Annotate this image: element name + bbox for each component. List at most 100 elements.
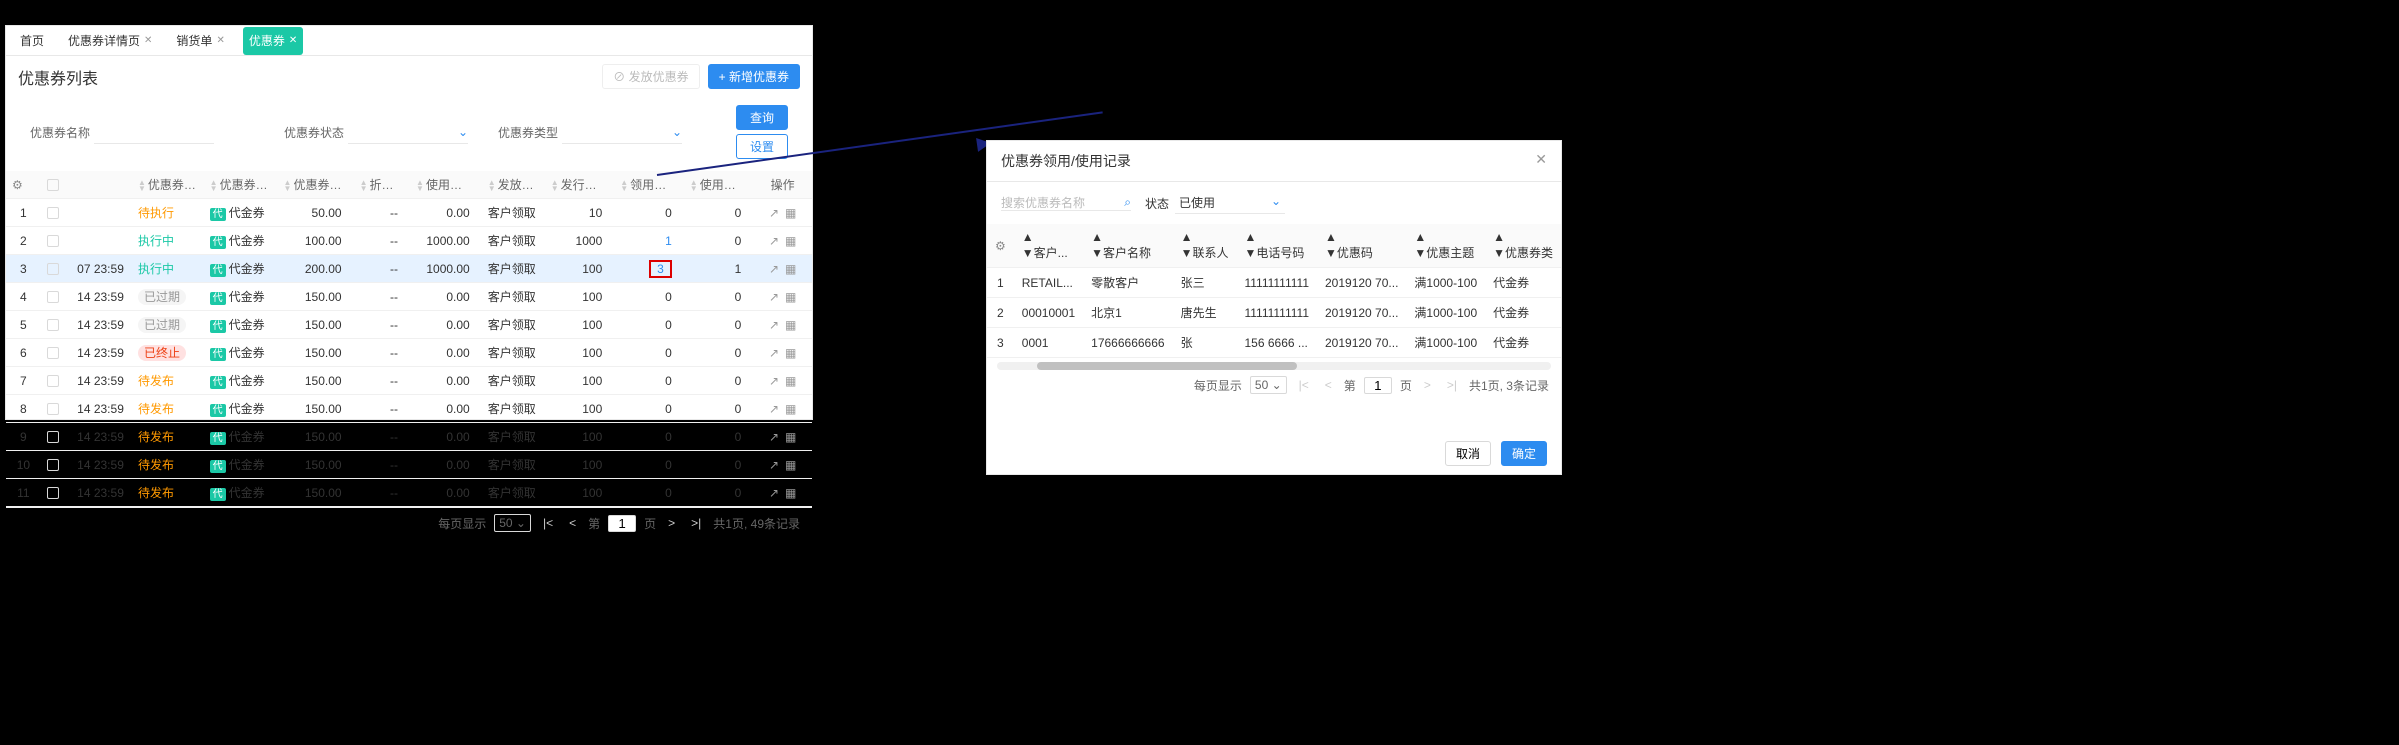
status-badge: 待发布 <box>138 402 174 416</box>
qr-icon[interactable]: ▦ <box>785 318 796 332</box>
qr-icon[interactable]: ▦ <box>785 374 796 388</box>
chevron-down-icon: ⌄ <box>1271 194 1281 211</box>
page-size-select[interactable]: 50 ⌄ <box>494 514 531 532</box>
coupon-type-badge: 代 <box>210 264 226 277</box>
qr-icon[interactable]: ▦ <box>785 262 796 276</box>
qr-icon[interactable]: ▦ <box>785 234 796 248</box>
share-icon[interactable]: ↗ <box>769 458 779 472</box>
filter-name-input[interactable] <box>94 120 214 144</box>
page-number-input[interactable] <box>608 515 636 532</box>
prev-page-button[interactable]: < <box>1321 378 1336 392</box>
tab-sales-order[interactable]: 销货单✕ <box>170 27 230 55</box>
table-row[interactable]: 307 23:59执行中代代金券200.00--1000.00客户领取10031… <box>6 255 812 283</box>
share-icon[interactable]: ↗ <box>769 430 779 444</box>
status-badge: 执行中 <box>138 262 174 276</box>
close-icon[interactable]: ✕ <box>289 35 297 46</box>
page-size-select[interactable]: 50 ⌄ <box>1250 376 1287 394</box>
table-row[interactable]: 2执行中代代金券100.00--1000.00客户领取100010↗▦ <box>6 227 812 255</box>
share-icon[interactable]: ↗ <box>769 402 779 416</box>
tab-coupon-detail[interactable]: 优惠券详情页✕ <box>62 27 158 55</box>
issue-coupon-button[interactable]: ⊘ 发放优惠券 <box>602 64 699 89</box>
qr-icon[interactable]: ▦ <box>785 458 796 472</box>
table-row[interactable]: 3000117666666666张156 6666 ...2019120 70.… <box>987 328 1561 358</box>
share-icon[interactable]: ↗ <box>769 374 779 388</box>
prev-page-button[interactable]: < <box>565 516 580 530</box>
status-filter-select[interactable]: 已使用 ⌄ <box>1175 192 1285 214</box>
receive-count-link[interactable]: 3 <box>657 262 664 276</box>
qr-icon[interactable]: ▦ <box>785 486 796 500</box>
row-checkbox[interactable] <box>47 487 59 499</box>
qr-icon[interactable]: ▦ <box>785 402 796 416</box>
share-icon[interactable]: ↗ <box>769 486 779 500</box>
next-page-button[interactable]: > <box>1420 378 1435 392</box>
row-checkbox[interactable] <box>47 403 59 415</box>
qr-icon[interactable]: ▦ <box>785 430 796 444</box>
table-row[interactable]: 1RETAIL...零散客户张三111111111112019120 70...… <box>987 268 1561 298</box>
receive-count-link[interactable]: 1 <box>665 234 672 248</box>
close-icon[interactable]: ✕ <box>1535 151 1547 171</box>
table-row[interactable]: 914 23:59待发布代代金券150.00--0.00客户领取10000↗▦ <box>6 423 812 451</box>
first-page-button[interactable]: |< <box>1295 378 1313 392</box>
pagination: 每页显示 50 ⌄ |< < 第 页 > >| 共1页, 49条记录 <box>6 507 812 538</box>
qr-icon[interactable]: ▦ <box>785 206 796 220</box>
table-row[interactable]: 200010001北京1唐先生111111111112019120 70...满… <box>987 298 1561 328</box>
close-icon[interactable]: ✕ <box>216 35 224 46</box>
share-icon[interactable]: ↗ <box>769 206 779 220</box>
search-input[interactable] <box>1001 196 1124 210</box>
row-checkbox[interactable] <box>47 431 59 443</box>
qr-icon[interactable]: ▦ <box>785 346 796 360</box>
row-checkbox[interactable] <box>47 319 59 331</box>
page-number-input[interactable] <box>1364 377 1392 394</box>
next-page-button[interactable]: > <box>664 516 679 530</box>
share-icon[interactable]: ↗ <box>769 290 779 304</box>
filter-status-select[interactable]: ⌄ <box>348 120 468 144</box>
add-coupon-button[interactable]: + 新增优惠券 <box>708 64 800 89</box>
query-button[interactable]: 查询 <box>736 105 788 130</box>
row-checkbox[interactable] <box>47 347 59 359</box>
share-icon[interactable]: ↗ <box>769 262 779 276</box>
table-row[interactable]: 1待执行代代金券50.00--0.00客户领取1000↗▦ <box>6 199 812 227</box>
horizontal-scrollbar[interactable] <box>997 362 1551 370</box>
share-icon[interactable]: ↗ <box>769 346 779 360</box>
dialog-title: 优惠券领用/使用记录 <box>1001 151 1131 171</box>
gear-icon[interactable] <box>12 178 23 192</box>
row-checkbox[interactable] <box>47 207 59 219</box>
tab-bar: 首页 优惠券详情页✕ 销货单✕ 优惠券✕ <box>6 26 812 56</box>
table-row[interactable]: 514 23:59已过期代代金券150.00--0.00客户领取10000↗▦ <box>6 311 812 339</box>
status-badge: 待发布 <box>138 458 174 472</box>
settings-button[interactable]: 设置 <box>736 134 788 159</box>
cancel-button[interactable]: 取消 <box>1445 441 1491 466</box>
coupon-type-badge: 代 <box>210 404 226 417</box>
table-row[interactable]: 1014 23:59待发布代代金券150.00--0.00客户领取10000↗▦ <box>6 451 812 479</box>
table-row[interactable]: 814 23:59待发布代代金券150.00--0.00客户领取10000↗▦ <box>6 395 812 423</box>
row-checkbox[interactable] <box>47 291 59 303</box>
search-icon[interactable]: ⌕ <box>1124 195 1131 210</box>
row-checkbox[interactable] <box>47 263 59 275</box>
status-badge: 已过期 <box>138 289 186 305</box>
qr-icon[interactable]: ▦ <box>785 290 796 304</box>
last-page-button[interactable]: >| <box>1443 378 1461 392</box>
row-checkbox[interactable] <box>47 375 59 387</box>
tab-coupon[interactable]: 优惠券✕ <box>243 27 303 55</box>
coupon-table: ▲▼优惠券状态 ▲▼优惠券类型 ▲▼优惠券面值 ▲▼折扣% ▲▼使用门槛... … <box>6 171 812 507</box>
last-page-button[interactable]: >| <box>687 516 705 530</box>
status-badge: 待发布 <box>138 430 174 444</box>
status-badge: 已过期 <box>138 317 186 333</box>
select-all-checkbox[interactable] <box>47 179 59 191</box>
table-row[interactable]: 614 23:59已终止代代金券150.00--0.00客户领取10000↗▦ <box>6 339 812 367</box>
table-row[interactable]: 714 23:59待发布代代金券150.00--0.00客户领取10000↗▦ <box>6 367 812 395</box>
chevron-down-icon: ⌄ <box>672 125 682 139</box>
row-checkbox[interactable] <box>47 459 59 471</box>
share-icon[interactable]: ↗ <box>769 234 779 248</box>
close-icon[interactable]: ✕ <box>144 35 152 46</box>
table-row[interactable]: 1114 23:59待发布代代金券150.00--0.00客户领取10000↗▦ <box>6 479 812 507</box>
confirm-button[interactable]: 确定 <box>1501 441 1547 466</box>
row-checkbox[interactable] <box>47 235 59 247</box>
table-row[interactable]: 414 23:59已过期代代金券150.00--0.00客户领取10000↗▦ <box>6 283 812 311</box>
filter-type-select[interactable]: ⌄ <box>562 120 682 144</box>
gear-icon[interactable] <box>995 239 1006 253</box>
coupon-type-badge: 代 <box>210 488 226 501</box>
tab-home[interactable]: 首页 <box>14 27 50 55</box>
first-page-button[interactable]: |< <box>539 516 557 530</box>
share-icon[interactable]: ↗ <box>769 318 779 332</box>
